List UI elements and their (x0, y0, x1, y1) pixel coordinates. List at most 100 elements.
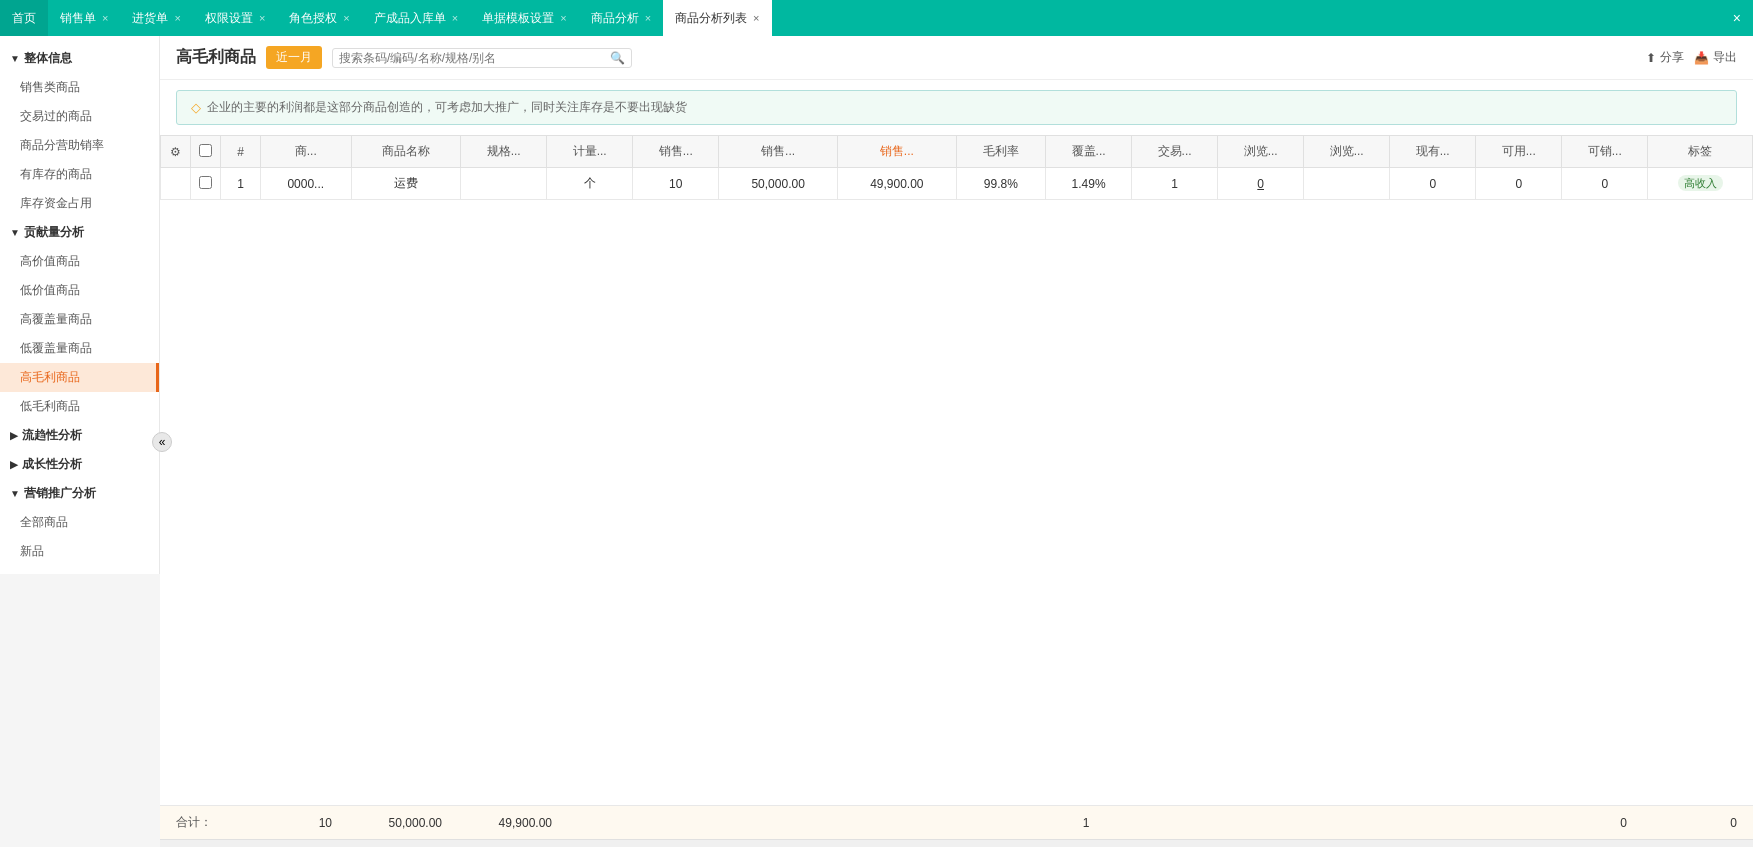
col-header-name[interactable]: 商品名称 (351, 136, 461, 168)
filter-month-button[interactable]: 近一月 (266, 46, 322, 69)
col-header-settings[interactable]: ⚙ (161, 136, 191, 168)
row-select-checkbox[interactable] (199, 176, 212, 189)
sidebar-group-growth[interactable]: ▶ 成长性分析 (0, 450, 159, 479)
col-header-transaction[interactable]: 交易... (1132, 136, 1218, 168)
row-settings[interactable] (161, 168, 191, 200)
sidebar-item-stocked-goods[interactable]: 有库存的商品 (0, 160, 159, 189)
col-header-gross-margin[interactable]: 毛利率 (956, 136, 1045, 168)
row-sale-profit: 49,900.00 (837, 168, 956, 200)
info-icon: ◇ (191, 100, 201, 115)
sidebar-group-flow[interactable]: ▶ 流趋性分析 (0, 421, 159, 450)
col-header-sale-amount[interactable]: 销售... (719, 136, 838, 168)
arrow-down-icon: ▼ (10, 53, 20, 64)
row-sale-amount: 50,000.00 (719, 168, 838, 200)
nav-tab-analysis-list-close[interactable]: × (753, 12, 759, 24)
row-gross-margin: 99.8% (956, 168, 1045, 200)
sidebar-item-low-margin[interactable]: 低毛利商品 (0, 392, 159, 421)
sidebar-item-sales-rate[interactable]: 商品分营助销率 (0, 131, 159, 160)
footer-current-stock: 0 (1547, 816, 1627, 830)
sidebar-item-traded-goods[interactable]: 交易过的商品 (0, 102, 159, 131)
col-header-unit[interactable]: 计量... (547, 136, 633, 168)
nav-tab-purchase-label: 进货单 (132, 10, 168, 27)
col-header-current-stock[interactable]: 现有... (1390, 136, 1476, 168)
row-checkbox[interactable] (191, 168, 221, 200)
sidebar-item-new-goods[interactable]: 新品 (0, 537, 159, 566)
nav-tab-sales-close[interactable]: × (102, 12, 108, 24)
arrow-right-icon-2: ▶ (10, 459, 18, 470)
info-banner: ◇ 企业的主要的利润都是这部分商品创造的，可考虑加大推广，同时关注库存是不要出现… (176, 90, 1737, 125)
nav-tab-analysis[interactable]: 商品分析 × (579, 0, 663, 36)
nav-tab-warehouse-label: 产成品入库单 (374, 10, 446, 27)
arrow-down-icon-2: ▼ (10, 227, 20, 238)
row-browse1[interactable]: 0 (1218, 168, 1304, 200)
search-icon[interactable]: 🔍 (610, 51, 625, 65)
col-header-tag[interactable]: 标签 (1648, 136, 1753, 168)
nav-tab-home[interactable]: 首页 (0, 0, 48, 36)
nav-tab-roles[interactable]: 角色授权 × (277, 0, 361, 36)
sidebar-item-stock-capital[interactable]: 库存资金占用 (0, 189, 159, 218)
sidebar-wrapper: ▼ 整体信息 销售类商品 交易过的商品 商品分营助销率 有库存的商品 库存资金占… (0, 36, 160, 847)
table-container: ⚙ # 商... 商品名称 规格... 计量... 销售... 销售... 销售… (160, 135, 1753, 805)
export-button[interactable]: 📥 导出 (1694, 49, 1737, 66)
col-header-checkbox[interactable] (191, 136, 221, 168)
nav-tab-template-close[interactable]: × (560, 12, 566, 24)
col-header-saleable-stock[interactable]: 可销... (1562, 136, 1648, 168)
col-header-sale-qty[interactable]: 销售... (633, 136, 719, 168)
select-all-checkbox[interactable] (199, 144, 212, 157)
nav-tab-roles-close[interactable]: × (343, 12, 349, 24)
info-banner-text: 企业的主要的利润都是这部分商品创造的，可考虑加大推广，同时关注库存是不要出现缺货 (207, 99, 687, 116)
nav-tab-sales[interactable]: 销售单 × (48, 0, 120, 36)
col-header-coverage[interactable]: 覆盖... (1046, 136, 1132, 168)
sidebar-item-low-coverage[interactable]: 低覆盖量商品 (0, 334, 159, 363)
nav-tab-permissions[interactable]: 权限设置 × (193, 0, 277, 36)
share-button[interactable]: ⬆ 分享 (1646, 49, 1684, 66)
nav-tab-analysis-list[interactable]: 商品分析列表 × (663, 0, 771, 36)
sidebar: ▼ 整体信息 销售类商品 交易过的商品 商品分营助销率 有库存的商品 库存资金占… (0, 36, 160, 574)
content-header: 高毛利商品 近一月 🔍 ⬆ 分享 📥 导出 (160, 36, 1753, 80)
sidebar-item-high-coverage[interactable]: 高覆盖量商品 (0, 305, 159, 334)
sidebar-group-contribution[interactable]: ▼ 贡献量分析 (0, 218, 159, 247)
col-header-num[interactable]: # (221, 136, 261, 168)
col-header-spec[interactable]: 规格... (461, 136, 547, 168)
col-header-sale-profit[interactable]: 销售... (837, 136, 956, 168)
nav-tab-sales-label: 销售单 (60, 10, 96, 27)
nav-tab-analysis-list-label: 商品分析列表 (675, 10, 747, 27)
footer-available-stock: 0 (1657, 816, 1737, 830)
content-area: 高毛利商品 近一月 🔍 ⬆ 分享 📥 导出 ◇ 企业的主要的利润都是这部分商品创… (160, 36, 1753, 847)
nav-tab-template[interactable]: 单据模板设置 × (470, 0, 578, 36)
table-header-row: ⚙ # 商... 商品名称 规格... 计量... 销售... 销售... 销售… (161, 136, 1753, 168)
sidebar-group-overall[interactable]: ▼ 整体信息 (0, 44, 159, 73)
nav-tab-purchase-close[interactable]: × (174, 12, 180, 24)
nav-tab-permissions-label: 权限设置 (205, 10, 253, 27)
browse1-link[interactable]: 0 (1257, 177, 1264, 191)
search-input[interactable] (339, 51, 610, 65)
col-header-browse1[interactable]: 浏览... (1218, 136, 1304, 168)
bottom-scrollbar[interactable] (160, 839, 1753, 847)
col-header-available-stock[interactable]: 可用... (1476, 136, 1562, 168)
arrow-right-icon: ▶ (10, 430, 18, 441)
sidebar-item-low-value[interactable]: 低价值商品 (0, 276, 159, 305)
sidebar-item-all-goods[interactable]: 全部商品 (0, 508, 159, 537)
sidebar-group-marketing[interactable]: ▼ 营销推广分析 (0, 479, 159, 508)
nav-tab-warehouse[interactable]: 产成品入库单 × (362, 0, 470, 36)
sidebar-group-overall-label: 整体信息 (24, 50, 72, 67)
nav-tab-warehouse-close[interactable]: × (452, 12, 458, 24)
sidebar-item-high-margin[interactable]: 高毛利商品 (0, 363, 159, 392)
sidebar-item-sales-goods[interactable]: 销售类商品 (0, 73, 159, 102)
footer-sale-amount: 50,000.00 (362, 816, 442, 830)
nav-tab-permissions-close[interactable]: × (259, 12, 265, 24)
collapse-icon: « (159, 435, 166, 449)
sidebar-collapse-button[interactable]: « (152, 432, 172, 452)
nav-tab-purchase[interactable]: 进货单 × (120, 0, 192, 36)
footer-total-label: 合计： (176, 814, 212, 831)
row-transaction: 1 (1132, 168, 1218, 200)
sidebar-item-high-value[interactable]: 高价值商品 (0, 247, 159, 276)
col-header-code[interactable]: 商... (261, 136, 352, 168)
row-tag: 高收入 (1648, 168, 1753, 200)
footer-sale-profit: 49,900.00 (472, 816, 552, 830)
row-sale-qty: 10 (633, 168, 719, 200)
row-available-stock: 0 (1476, 168, 1562, 200)
nav-tab-analysis-close[interactable]: × (645, 12, 651, 24)
window-close-button[interactable]: × (1721, 0, 1753, 36)
col-header-browse2[interactable]: 浏览... (1304, 136, 1390, 168)
